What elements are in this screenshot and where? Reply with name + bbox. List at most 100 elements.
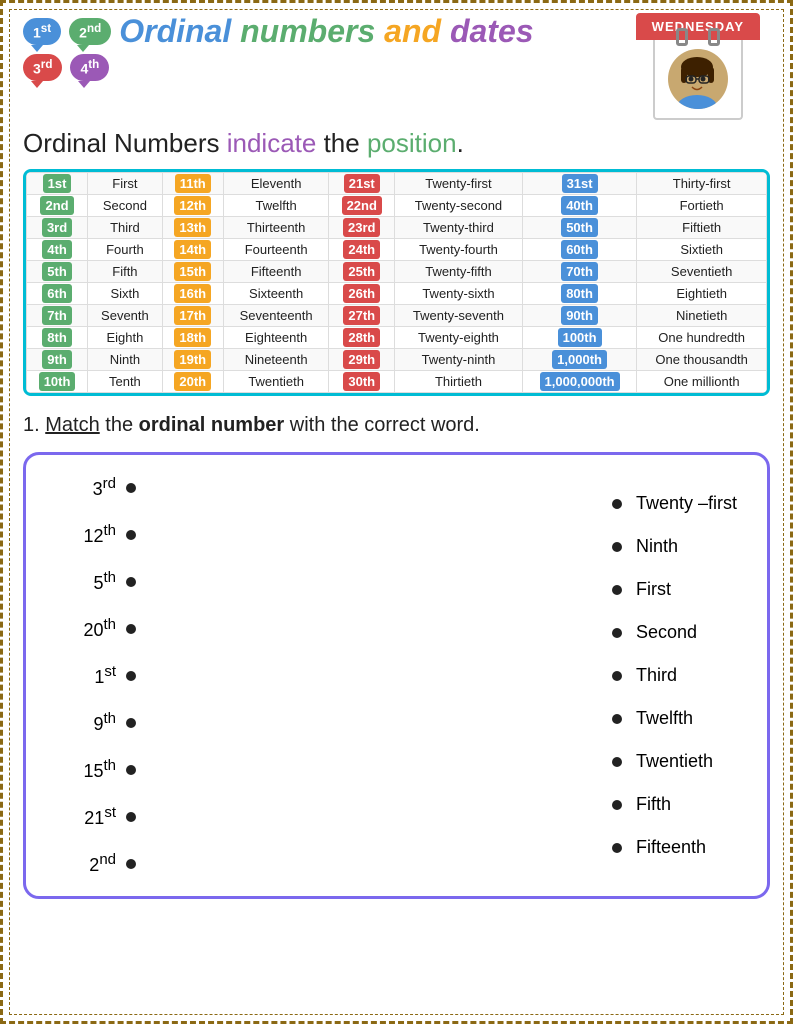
calendar-rings (676, 28, 720, 46)
match-right-item: Fifth (612, 794, 737, 815)
table-word-cell: Thirtieth (395, 371, 523, 393)
table-word-cell: Twenty-fourth (395, 239, 523, 261)
table-word-cell: Twenty-first (395, 173, 523, 195)
table-num-cell: 1,000,000th (522, 371, 636, 393)
match-left-item: 2nd (56, 851, 136, 876)
table-num-cell: 12th (162, 195, 223, 217)
table-word-cell: Fiftieth (637, 217, 767, 239)
bullet-dot (612, 542, 622, 552)
table-num-cell: 4th (27, 239, 88, 261)
badge-4th-tail (78, 81, 90, 88)
table-word-cell: First (88, 173, 163, 195)
table-num-cell: 18th (162, 327, 223, 349)
match-right-item: Twelfth (612, 708, 737, 729)
table-word-cell: Fortieth (637, 195, 767, 217)
table-word-cell: Seventh (88, 305, 163, 327)
table-num-cell: 24th (329, 239, 395, 261)
bullet-dot (612, 843, 622, 853)
avatar-svg (670, 49, 725, 109)
bullet-dot (612, 671, 622, 681)
bullet-dot (612, 499, 622, 509)
bullet-dot (612, 628, 622, 638)
badge-2nd: 2nd (69, 18, 111, 45)
table-word-cell: Fifteenth (223, 261, 329, 283)
table-num-cell: 5th (27, 261, 88, 283)
answer-text: Twenty –first (636, 493, 737, 514)
match-dot (126, 671, 136, 681)
table-num-cell: 16th (162, 283, 223, 305)
table-num-cell: 15th (162, 261, 223, 283)
table-word-cell: Sixteenth (223, 283, 329, 305)
table-num-cell: 7th (27, 305, 88, 327)
table-num-cell: 3rd (27, 217, 88, 239)
bullet-dot (612, 757, 622, 767)
title-area: 1st 2nd Ordinal numbers and dates 3rd (23, 13, 534, 81)
table-word-cell: One hundredth (637, 327, 767, 349)
match-right-item: Second (612, 622, 737, 643)
bullet-dot (612, 714, 622, 724)
table-word-cell: Twenty-eighth (395, 327, 523, 349)
match-num: 2nd (56, 851, 116, 876)
exercise-section: 1. Match the ordinal number with the cor… (23, 414, 770, 899)
table-num-cell: 13th (162, 217, 223, 239)
header: 1st 2nd Ordinal numbers and dates 3rd (23, 13, 770, 120)
table-num-cell: 90th (522, 305, 636, 327)
badge-3rd-tail (31, 81, 43, 88)
subtitle-text1: Ordinal Numbers (23, 128, 227, 158)
subtitle-position: position (367, 128, 457, 158)
badge-3rd-label: 3rd (33, 58, 52, 77)
table-num-cell: 14th (162, 239, 223, 261)
table-word-cell: Sixtieth (637, 239, 767, 261)
table-num-cell: 25th (329, 261, 395, 283)
exercise-number: 1. (23, 414, 40, 436)
table-num-cell: 50th (522, 217, 636, 239)
table-word-cell: Tenth (88, 371, 163, 393)
badge-1st-label: 1st (33, 22, 51, 41)
title-ordinal: Ordinal (119, 13, 231, 49)
match-left-item: 5th (56, 569, 136, 594)
match-num: 9th (56, 710, 116, 735)
answer-text: Second (636, 622, 697, 643)
table-num-cell: 31st (522, 173, 636, 195)
table-num-cell: 29th (329, 349, 395, 371)
main-title: Ordinal numbers and dates (119, 13, 533, 50)
table-num-cell: 80th (522, 283, 636, 305)
badge-2nd-label: 2nd (79, 22, 101, 41)
table-num-cell: 17th (162, 305, 223, 327)
match-num: 12th (56, 522, 116, 547)
calendar-ring-left (676, 28, 688, 46)
table-num-cell: 70th (522, 261, 636, 283)
match-left-col: 3rd12th5th20th1st9th15th21st2nd (56, 475, 136, 876)
answer-text: First (636, 579, 671, 600)
table-word-cell: Third (88, 217, 163, 239)
exercise-title: 1. Match the ordinal number with the cor… (23, 414, 770, 437)
table-num-cell: 1st (27, 173, 88, 195)
table-num-cell: 19th (162, 349, 223, 371)
table-word-cell: Fourteenth (223, 239, 329, 261)
table-num-cell: 100th (522, 327, 636, 349)
match-dot (126, 530, 136, 540)
answer-text: Fifteenth (636, 837, 706, 858)
table-word-cell: One thousandth (637, 349, 767, 371)
table-num-cell: 26th (329, 283, 395, 305)
answer-text: Fifth (636, 794, 671, 815)
title-row-2: 3rd 4th (23, 54, 534, 81)
table-num-cell: 20th (162, 371, 223, 393)
table-num-cell: 28th (329, 327, 395, 349)
badge-1st-tail (31, 45, 43, 52)
match-box: 3rd12th5th20th1st9th15th21st2nd Twenty –… (23, 452, 770, 899)
subtitle-indicate: indicate (227, 128, 317, 158)
table-num-cell: 11th (162, 173, 223, 195)
match-right-item: Third (612, 665, 737, 686)
title-dates: dates (450, 13, 534, 49)
subtitle-text2: the (316, 128, 367, 158)
table-word-cell: Fifth (88, 261, 163, 283)
match-left-item: 3rd (56, 475, 136, 500)
ordinal-table: 1stFirst11thEleventh21stTwenty-first31st… (23, 169, 770, 396)
answer-text: Ninth (636, 536, 678, 557)
match-dot (126, 812, 136, 822)
badge-4th-label: 4th (80, 58, 99, 77)
table-num-cell: 1,000th (522, 349, 636, 371)
table-word-cell: Ninth (88, 349, 163, 371)
table-word-cell: Sixth (88, 283, 163, 305)
